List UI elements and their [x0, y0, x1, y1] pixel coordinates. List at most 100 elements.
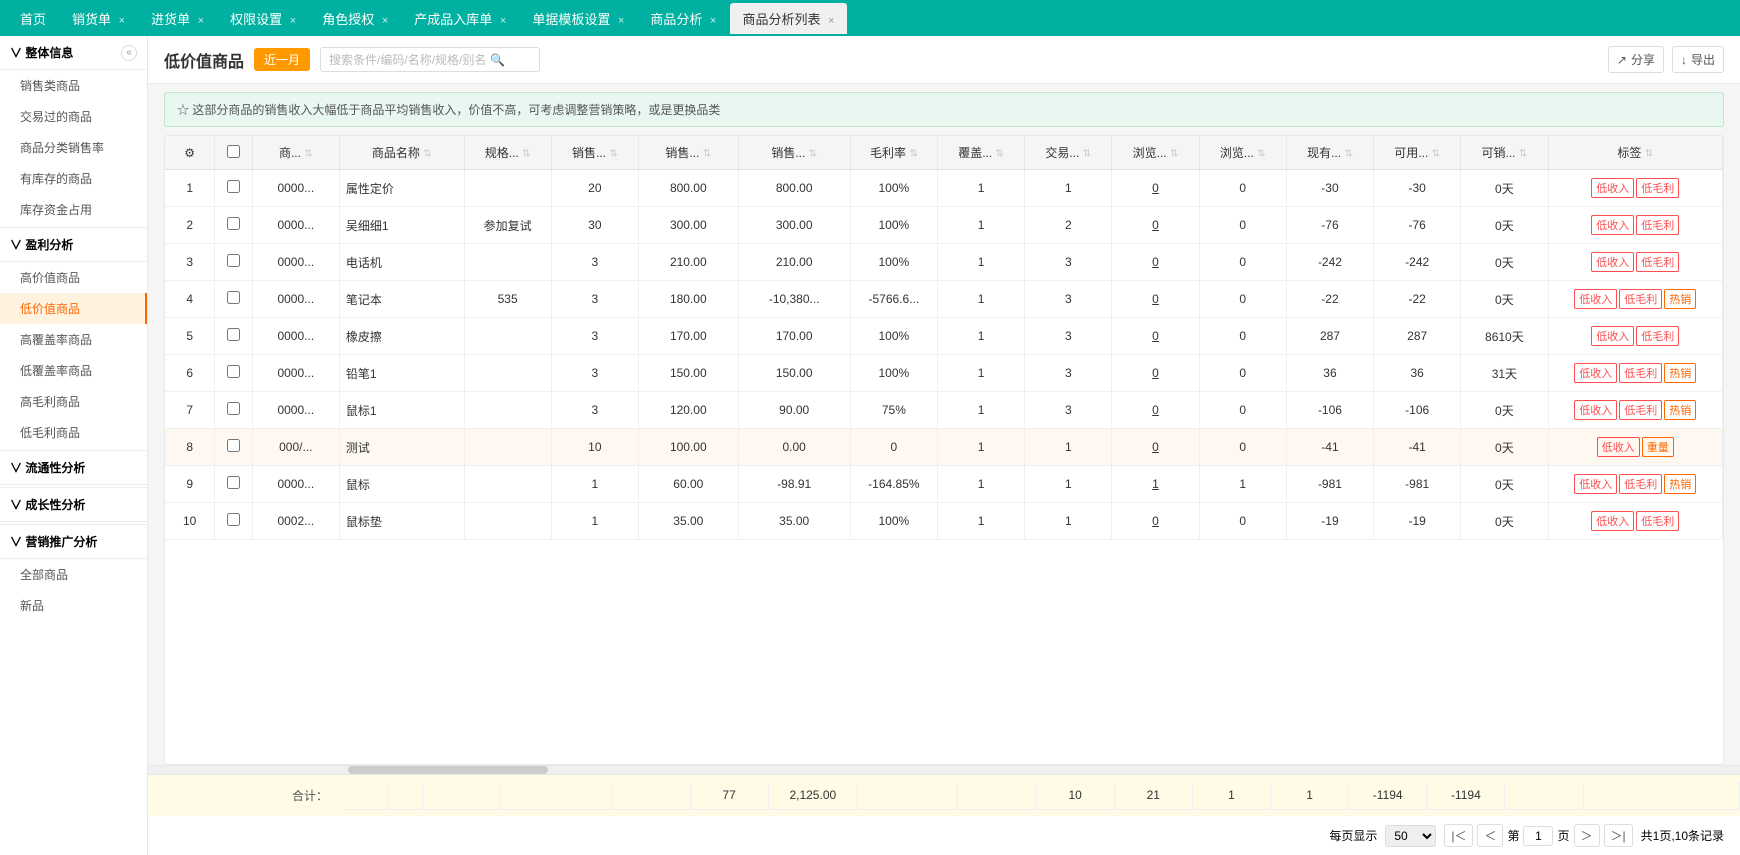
- row-browse1[interactable]: 0: [1112, 170, 1199, 207]
- scrollbar-thumb[interactable]: [348, 766, 548, 774]
- current-page-input[interactable]: [1523, 826, 1553, 846]
- sidebar-item-category-sales-rate[interactable]: 商品分类销售率: [0, 132, 147, 163]
- row-checkbox[interactable]: [227, 217, 240, 230]
- sidebar-item-new-products[interactable]: 新品: [0, 590, 147, 621]
- nav-permissions[interactable]: 权限设置 ×: [218, 3, 308, 34]
- col-margin[interactable]: 毛利率 ⇅: [850, 136, 937, 170]
- sidebar-item-stocked-products[interactable]: 有库存的商品: [0, 163, 147, 194]
- row-checkbox-cell[interactable]: [215, 503, 252, 540]
- export-btn[interactable]: ↓ 导出: [1672, 46, 1724, 73]
- nav-roles[interactable]: 角色授权 ×: [310, 3, 400, 34]
- col-stock1[interactable]: 现有... ⇅: [1286, 136, 1373, 170]
- browse-link[interactable]: 0: [1152, 329, 1159, 343]
- row-browse1[interactable]: 0: [1112, 244, 1199, 281]
- col-browse1[interactable]: 浏览... ⇅: [1112, 136, 1199, 170]
- row-browse1[interactable]: 0: [1112, 318, 1199, 355]
- row-browse1[interactable]: 1: [1112, 466, 1199, 503]
- col-spec[interactable]: 规格... ⇅: [464, 136, 551, 170]
- row-checkbox-cell[interactable]: [215, 281, 252, 318]
- row-browse1[interactable]: 0: [1112, 392, 1199, 429]
- row-checkbox[interactable]: [227, 328, 240, 341]
- row-browse2: 0: [1199, 281, 1286, 318]
- col-tags[interactable]: 标签 ⇅: [1548, 136, 1723, 170]
- browse-link[interactable]: 0: [1152, 181, 1159, 195]
- row-checkbox[interactable]: [227, 513, 240, 526]
- sidebar-item-low-coverage[interactable]: 低覆盖率商品: [0, 355, 147, 386]
- filter-btn[interactable]: 近一月: [254, 48, 310, 71]
- col-setting[interactable]: ⚙: [165, 136, 215, 170]
- sidebar-item-high-value[interactable]: 高价值商品: [0, 262, 147, 293]
- nav-product-analysis-list[interactable]: 商品分析列表 ×: [730, 3, 846, 34]
- nav-purchase[interactable]: 进货单 ×: [139, 3, 216, 34]
- nav-templates[interactable]: 单据模板设置 ×: [520, 3, 636, 34]
- search-box[interactable]: 搜索条件/编码/名称/规格/别名 🔍: [320, 47, 540, 72]
- nav-products-in[interactable]: 产成品入库单 ×: [402, 3, 518, 34]
- row-checkbox[interactable]: [227, 476, 240, 489]
- sidebar-item-low-margin[interactable]: 低毛利商品: [0, 417, 147, 448]
- row-browse1[interactable]: 0: [1112, 281, 1199, 318]
- prev-page-btn[interactable]: ＜: [1477, 824, 1503, 847]
- browse-link[interactable]: 0: [1152, 403, 1159, 417]
- col-checkbox[interactable]: [215, 136, 252, 170]
- row-browse1[interactable]: 0: [1112, 355, 1199, 392]
- data-table-container[interactable]: ⚙ 商... ⇅ 商品名称 ⇅ 规格... ⇅ 销售... ⇅ 销售... ⇅ …: [164, 135, 1724, 765]
- scrollbar-container[interactable]: [148, 766, 1740, 774]
- col-browse2[interactable]: 浏览... ⇅: [1199, 136, 1286, 170]
- row-checkbox[interactable]: [227, 291, 240, 304]
- col-sales-qty[interactable]: 销售... ⇅: [551, 136, 638, 170]
- row-stock1: -41: [1286, 429, 1373, 466]
- row-checkbox[interactable]: [227, 402, 240, 415]
- col-sales-amt2[interactable]: 销售... ⇅: [738, 136, 850, 170]
- row-checkbox-cell[interactable]: [215, 429, 252, 466]
- browse-link[interactable]: 0: [1152, 366, 1159, 380]
- row-checkbox[interactable]: [227, 180, 240, 193]
- row-browse1[interactable]: 0: [1112, 503, 1199, 540]
- row-sales1: 210.00: [638, 244, 738, 281]
- row-checkbox[interactable]: [227, 254, 240, 267]
- per-page-select[interactable]: 50 100 200: [1385, 825, 1436, 847]
- row-qty: 1: [551, 466, 638, 503]
- sidebar-item-traded-products[interactable]: 交易过的商品: [0, 101, 147, 132]
- browse-link[interactable]: 0: [1152, 255, 1159, 269]
- row-browse1[interactable]: 0: [1112, 429, 1199, 466]
- col-stock3[interactable]: 可销... ⇅: [1461, 136, 1548, 170]
- select-all-checkbox[interactable]: [227, 145, 240, 158]
- row-sales2: 210.00: [738, 244, 850, 281]
- col-stock2[interactable]: 可用... ⇅: [1374, 136, 1461, 170]
- sidebar-item-all-products[interactable]: 全部商品: [0, 559, 147, 590]
- col-trade[interactable]: 交易... ⇅: [1025, 136, 1112, 170]
- browse-link[interactable]: 0: [1152, 292, 1159, 306]
- row-checkbox-cell[interactable]: [215, 244, 252, 281]
- next-page-btn[interactable]: ＞: [1574, 824, 1600, 847]
- last-page-btn[interactable]: ＞|: [1604, 824, 1633, 847]
- row-checkbox-cell[interactable]: [215, 207, 252, 244]
- browse-link[interactable]: 0: [1152, 514, 1159, 528]
- row-code: 0002...: [252, 503, 339, 540]
- sidebar-item-sales-products[interactable]: 销售类商品: [0, 70, 147, 101]
- col-name[interactable]: 商品名称 ⇅: [339, 136, 464, 170]
- row-checkbox-cell[interactable]: [215, 466, 252, 503]
- nav-sales[interactable]: 销货单 ×: [60, 3, 137, 34]
- row-checkbox-cell[interactable]: [215, 392, 252, 429]
- nav-home[interactable]: 首页: [8, 3, 58, 34]
- browse-link[interactable]: 0: [1152, 440, 1159, 454]
- browse-link[interactable]: 1: [1152, 477, 1159, 491]
- row-checkbox-cell[interactable]: [215, 318, 252, 355]
- first-page-btn[interactable]: |＜: [1444, 824, 1473, 847]
- sidebar-item-high-margin[interactable]: 高毛利商品: [0, 386, 147, 417]
- row-browse1[interactable]: 0: [1112, 207, 1199, 244]
- share-btn[interactable]: ↗ 分享: [1608, 46, 1664, 73]
- row-checkbox-cell[interactable]: [215, 170, 252, 207]
- row-checkbox[interactable]: [227, 439, 240, 452]
- sidebar-collapse-btn[interactable]: «: [121, 45, 137, 61]
- sidebar-item-stock-fund[interactable]: 库存资金占用: [0, 194, 147, 225]
- col-coverage[interactable]: 覆盖... ⇅: [937, 136, 1024, 170]
- col-sales-amt1[interactable]: 销售... ⇅: [638, 136, 738, 170]
- col-code[interactable]: 商... ⇅: [252, 136, 339, 170]
- browse-link[interactable]: 0: [1152, 218, 1159, 232]
- sidebar-item-high-coverage[interactable]: 高覆盖率商品: [0, 324, 147, 355]
- nav-product-analysis[interactable]: 商品分析 ×: [638, 3, 728, 34]
- row-checkbox-cell[interactable]: [215, 355, 252, 392]
- sidebar-item-low-value[interactable]: 低价值商品: [0, 293, 147, 324]
- row-checkbox[interactable]: [227, 365, 240, 378]
